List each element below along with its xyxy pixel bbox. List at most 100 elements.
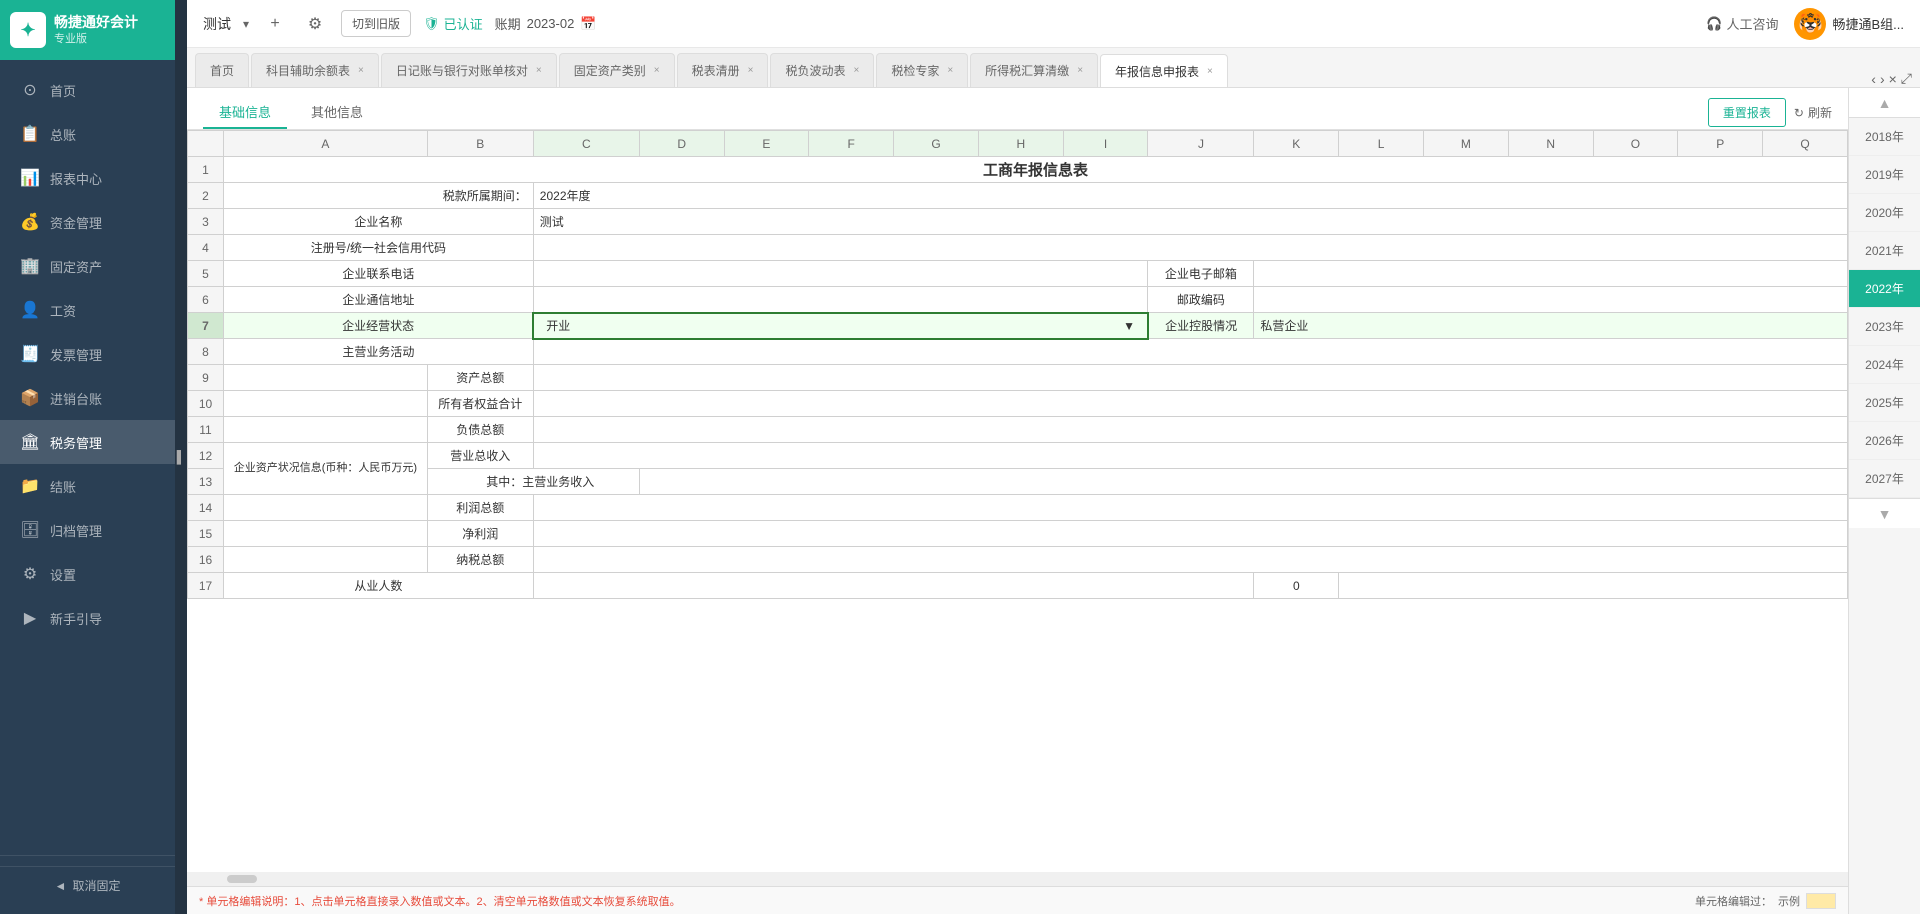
revenue-value[interactable] bbox=[533, 443, 1847, 469]
year-item-2025[interactable]: 2025年 bbox=[1849, 384, 1920, 422]
tab-close-all-btn[interactable]: × bbox=[1889, 71, 1897, 87]
cancel-fixed-btn[interactable]: ◄ 取消固定 bbox=[0, 866, 175, 904]
tab-close-tax-clear[interactable]: × bbox=[748, 65, 754, 76]
sidebar-item-payroll[interactable]: 👤工资 bbox=[0, 288, 175, 332]
total-assets-value[interactable] bbox=[533, 365, 1847, 391]
row-num-6: 6 bbox=[188, 287, 224, 313]
topbar-dropdown[interactable]: ▾ bbox=[243, 17, 249, 31]
profit-value[interactable] bbox=[533, 495, 1847, 521]
net-profit-value[interactable] bbox=[533, 521, 1847, 547]
col-j: J bbox=[1148, 131, 1254, 157]
year-item-2027[interactable]: 2027年 bbox=[1849, 460, 1920, 498]
col-o: O bbox=[1593, 131, 1678, 157]
tab-close-tax-wave[interactable]: × bbox=[853, 65, 859, 76]
tab-aux[interactable]: 科目辅助余额表× bbox=[251, 53, 379, 87]
main-biz-value[interactable] bbox=[533, 339, 1847, 365]
sidebar-collapse-btn[interactable]: ▌ bbox=[175, 0, 187, 914]
tab-expand-btn[interactable]: ⤢ bbox=[1901, 70, 1912, 87]
employees-value[interactable] bbox=[533, 573, 1254, 599]
row-num-13: 13 bbox=[188, 469, 224, 495]
tab-close-income-tax[interactable]: × bbox=[1077, 65, 1083, 76]
asset-section-label: 企业资产状况信息(币种：人民币万元) bbox=[224, 443, 428, 495]
sidebar-item-settings[interactable]: ⚙设置 bbox=[0, 552, 175, 596]
calendar-icon[interactable]: 📅 bbox=[580, 16, 596, 32]
tab-journal[interactable]: 日记账与银行对账单核对× bbox=[381, 53, 557, 87]
tab-next-btn[interactable]: › bbox=[1880, 71, 1885, 87]
year-item-2020[interactable]: 2020年 bbox=[1849, 194, 1920, 232]
reset-btn[interactable]: 重置报表 bbox=[1708, 98, 1786, 127]
year-item-2021[interactable]: 2021年 bbox=[1849, 232, 1920, 270]
table-row: 15 净利润 bbox=[188, 521, 1848, 547]
shield-icon: 🛡 bbox=[423, 16, 440, 32]
tab-tax-expert[interactable]: 税检专家× bbox=[876, 53, 968, 87]
tab-annual-report[interactable]: 年报信息申报表× bbox=[1100, 54, 1228, 88]
headset-icon: 🎧 bbox=[1706, 16, 1722, 32]
row-num-2: 2 bbox=[188, 183, 224, 209]
tab-fixed[interactable]: 固定资产类别× bbox=[559, 53, 675, 87]
topbar-old-version-btn[interactable]: 切到旧版 bbox=[341, 10, 411, 37]
consult-btn[interactable]: 🎧 人工咨询 bbox=[1706, 14, 1778, 33]
sidebar-item-guide[interactable]: ▶新手引导 bbox=[0, 596, 175, 640]
tab-label-income-tax: 所得税汇算清缴 bbox=[985, 62, 1069, 79]
net-profit-label: 净利润 bbox=[427, 521, 533, 547]
sidebar-label-home: 首页 bbox=[50, 81, 76, 100]
year-item-2018[interactable]: 2018年 bbox=[1849, 118, 1920, 156]
company-name-value[interactable]: 测试 bbox=[533, 209, 1847, 235]
email-value[interactable] bbox=[1254, 261, 1848, 287]
topbar-settings-btn[interactable]: ⚙ bbox=[301, 10, 329, 38]
spreadsheet-scroll[interactable]: A B C D E F G H I J K L bbox=[187, 130, 1848, 872]
refresh-btn[interactable]: ↻ 刷新 bbox=[1794, 98, 1832, 127]
year-item-2026[interactable]: 2026年 bbox=[1849, 422, 1920, 460]
year-item-2019[interactable]: 2019年 bbox=[1849, 156, 1920, 194]
sidebar-item-tax[interactable]: 🏛税务管理 bbox=[0, 420, 175, 464]
reg-code-value[interactable] bbox=[533, 235, 1847, 261]
postcode-value[interactable] bbox=[1254, 287, 1848, 313]
equity-value[interactable] bbox=[533, 391, 1847, 417]
user-menu[interactable]: 🐯 畅捷通B组... bbox=[1794, 8, 1904, 40]
year-item-2023[interactable]: 2023年 bbox=[1849, 308, 1920, 346]
address-value[interactable] bbox=[533, 287, 1148, 313]
sidebar-item-archive[interactable]: 🗄归档管理 bbox=[0, 508, 175, 552]
table-title-cell[interactable]: 工商年报信息表 bbox=[224, 157, 1848, 183]
employees-label: 从业人数 bbox=[224, 573, 534, 599]
sidebar-item-ledger[interactable]: 📋总账 bbox=[0, 112, 175, 156]
topbar-add-btn[interactable]: + bbox=[261, 10, 289, 38]
sidebar-item-close[interactable]: 📁结账 bbox=[0, 464, 175, 508]
year-item-2022[interactable]: 2022年 bbox=[1849, 270, 1920, 308]
year-item-2024[interactable]: 2024年 bbox=[1849, 346, 1920, 384]
tab-close-annual-report[interactable]: × bbox=[1207, 66, 1213, 77]
sidebar-item-fund[interactable]: 💰资金管理 bbox=[0, 200, 175, 244]
year-scroll-down[interactable]: ▼ bbox=[1849, 498, 1920, 528]
tab-prev-btn[interactable]: ‹ bbox=[1871, 71, 1876, 87]
holding-value[interactable]: 私营企业 bbox=[1254, 313, 1848, 339]
sidebar-item-asset[interactable]: 🏢固定资产 bbox=[0, 244, 175, 288]
subtab-other[interactable]: 其他信息 bbox=[295, 96, 379, 129]
subtab-basic[interactable]: 基础信息 bbox=[203, 96, 287, 129]
table-row: 7 企业经营状态 开业 ▼ 企业控股情况 私营企业 bbox=[188, 313, 1848, 339]
sidebar-item-home[interactable]: ⊙首页 bbox=[0, 68, 175, 112]
logo-text: 畅捷通好会计 bbox=[54, 14, 138, 31]
tab-income-tax[interactable]: 所得税汇算清缴 × bbox=[970, 53, 1098, 87]
tab-close-journal[interactable]: × bbox=[536, 65, 542, 76]
liabilities-value[interactable] bbox=[533, 417, 1847, 443]
tab-tax-wave[interactable]: 税负波动表× bbox=[770, 53, 874, 87]
year-scroll-up[interactable]: ▲ bbox=[1849, 88, 1920, 118]
tax-total-value[interactable] bbox=[533, 547, 1847, 573]
sidebar-label-asset: 固定资产 bbox=[50, 257, 102, 276]
tab-home[interactable]: 首页 bbox=[195, 53, 249, 87]
sidebar-item-inventory[interactable]: 📦进销台账 bbox=[0, 376, 175, 420]
tab-tax-clear[interactable]: 税表清册× bbox=[677, 53, 769, 87]
topbar-title: 测试 bbox=[203, 14, 231, 34]
phone-value[interactable] bbox=[533, 261, 1148, 287]
main-revenue-value[interactable] bbox=[639, 469, 1847, 495]
biz-status-value[interactable]: 开业 ▼ bbox=[533, 313, 1148, 339]
h-scrollbar[interactable] bbox=[187, 872, 1848, 886]
tab-close-tax-expert[interactable]: × bbox=[947, 65, 953, 76]
edit-label: 单元格编辑过： bbox=[1695, 893, 1772, 909]
sidebar-item-invoice[interactable]: 🧾发票管理 bbox=[0, 332, 175, 376]
period-value-cell[interactable]: 2022年度 bbox=[533, 183, 1847, 209]
col-n: N bbox=[1508, 131, 1593, 157]
tab-close-aux[interactable]: × bbox=[358, 65, 364, 76]
tab-close-fixed[interactable]: × bbox=[654, 65, 660, 76]
sidebar-item-report[interactable]: 📊报表中心 bbox=[0, 156, 175, 200]
